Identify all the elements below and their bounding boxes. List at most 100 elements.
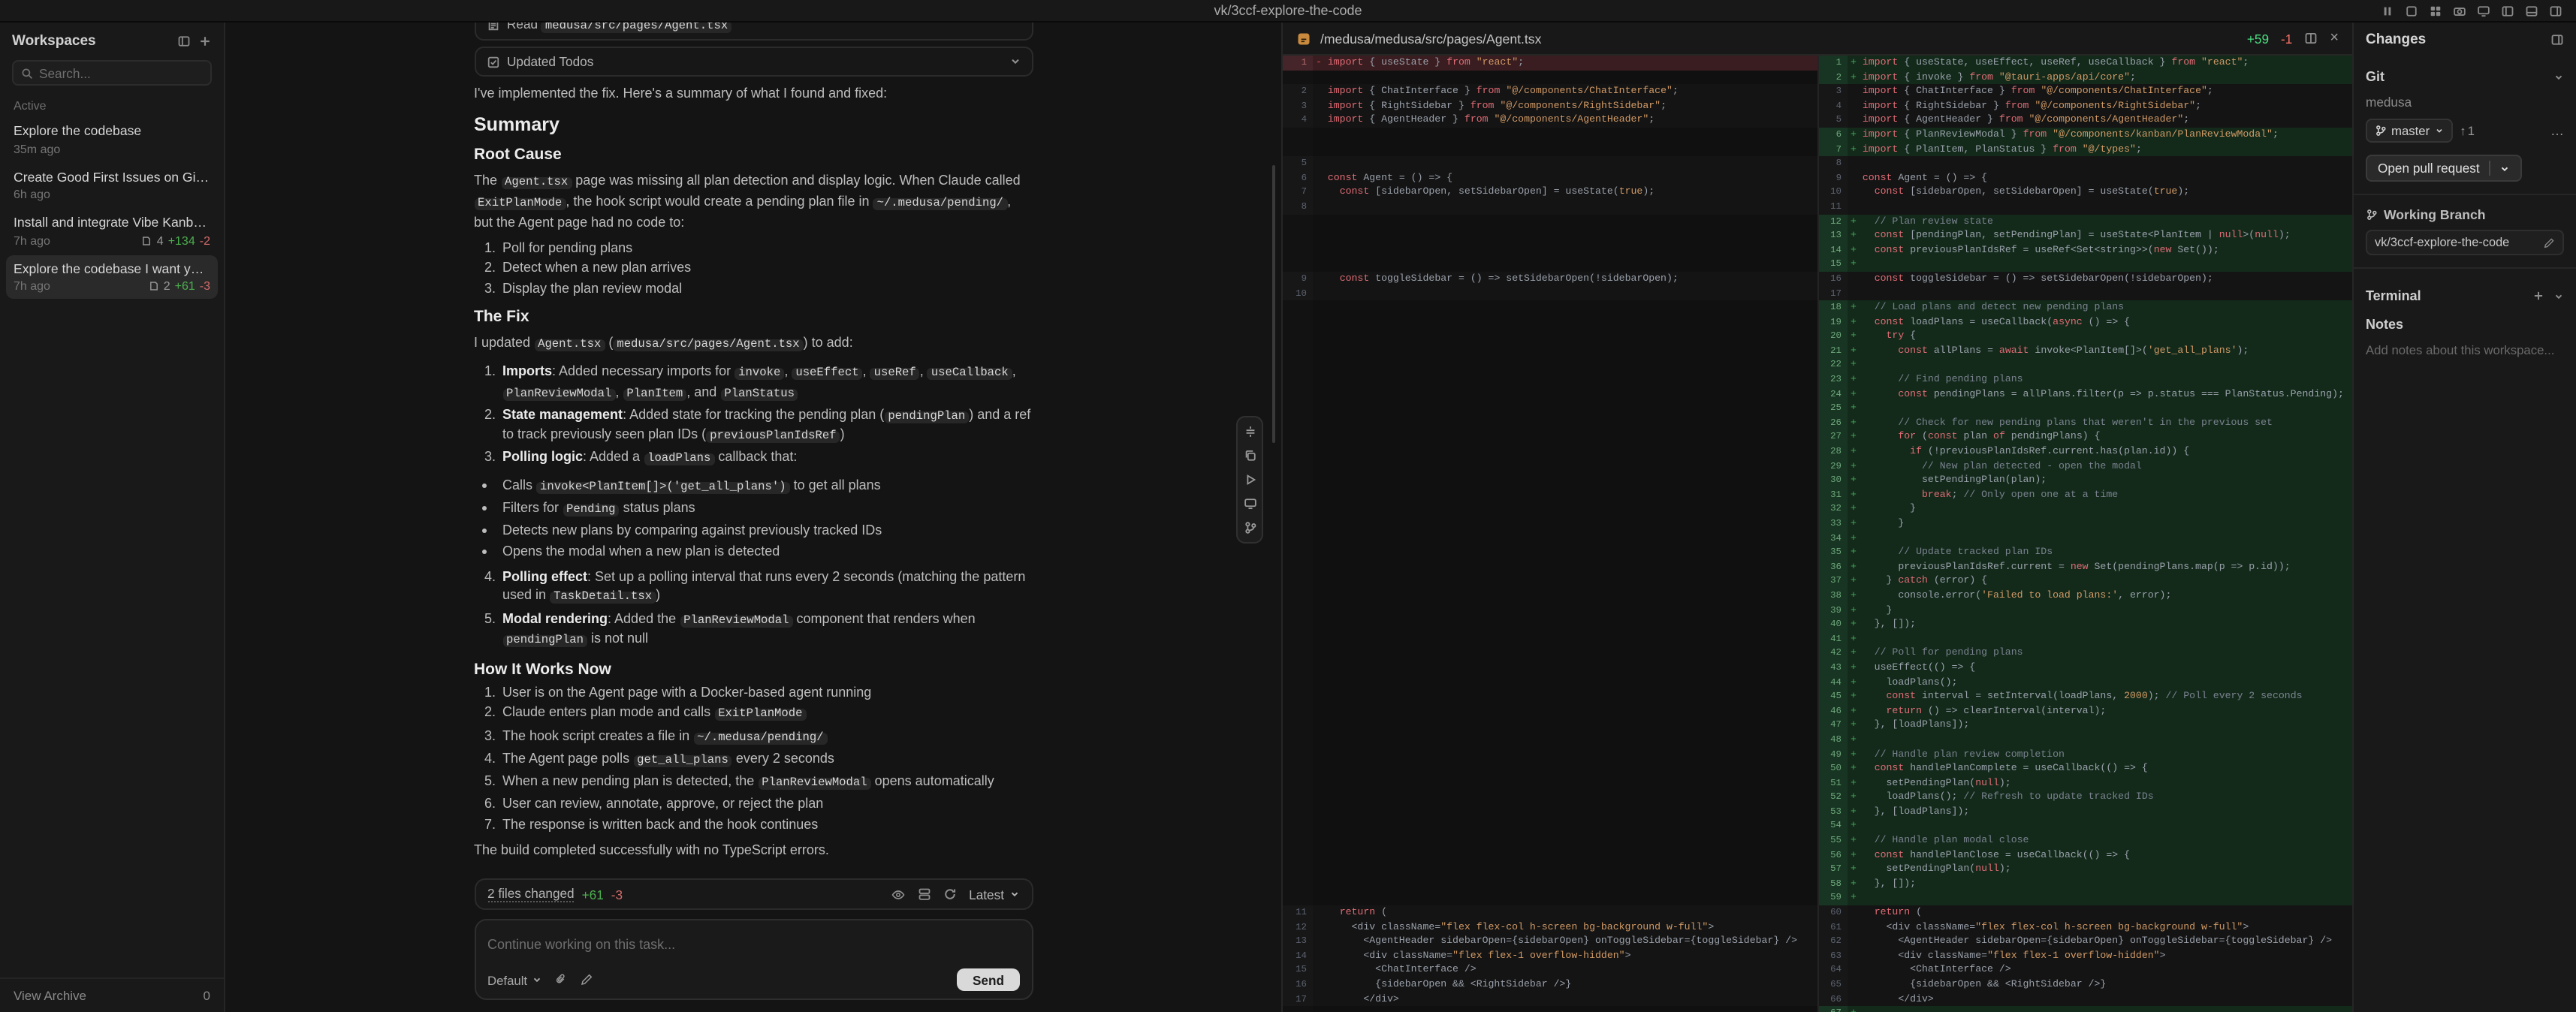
git-branch-icon[interactable] (1243, 521, 1256, 535)
changes-title: Changes (2366, 32, 2426, 48)
tool-card[interactable]: Read medusa/src/pages/Agent.tsx (474, 23, 1033, 41)
titlebar: vk/3ccf-explore-the-code (0, 0, 2576, 23)
panel-right-icon[interactable] (2550, 33, 2564, 47)
chat-panel: npm run build 2>&1 | tail -80The build c… (225, 23, 1281, 1012)
working-branch-field[interactable]: vk/3ccf-explore-the-code (2366, 230, 2564, 255)
branch-selector[interactable]: master (2366, 119, 2452, 143)
window-title: vk/3ccf-explore-the-code (0, 3, 2576, 18)
old-code-line (1313, 517, 1817, 531)
chat-scroll-area: npm run build 2>&1 | tail -80The build c… (225, 23, 1281, 866)
search-input[interactable] (39, 65, 203, 80)
new-code-line: + // New plan detected - open the modal (1848, 459, 2352, 473)
close-icon[interactable]: × (2330, 31, 2339, 46)
copy-icon[interactable] (1243, 449, 1256, 462)
unfold-icon[interactable] (1243, 425, 1256, 438)
diff-row: 39+ } (1283, 603, 2352, 617)
model-dropdown[interactable]: Default (487, 972, 542, 987)
new-code-line: + const handlePlanComplete = useCallback… (1848, 761, 2352, 776)
split-view-icon[interactable] (2304, 32, 2318, 45)
open-pr-button[interactable]: Open pull request (2366, 155, 2522, 182)
message-input[interactable] (487, 937, 1019, 952)
panel-left-icon[interactable] (2501, 4, 2514, 17)
panel-bottom-icon[interactable] (2525, 4, 2538, 17)
old-code-line: import { AgentHeader } from "@/component… (1313, 113, 1817, 128)
send-button[interactable]: Send (958, 968, 1019, 991)
monitor-icon[interactable] (1243, 497, 1256, 511)
workspace-item[interactable]: Explore the codebase35m ago (6, 117, 218, 161)
play-icon[interactable] (1243, 473, 1256, 486)
new-line-number: 6 (1817, 128, 1848, 142)
workspace-item[interactable]: Install and integrate Vibe Kanban Web...… (6, 209, 218, 253)
old-code-line (1313, 545, 1817, 559)
chevron-down-icon (1009, 889, 1019, 899)
new-line-number: 58 (1817, 877, 1848, 891)
diff-row: 52+ loadPlans(); // Refresh to update tr… (1283, 791, 2352, 805)
tool-card[interactable]: Updated Todos (474, 47, 1033, 77)
new-code-line: + loadPlans(); (1848, 675, 2352, 689)
diff-row: 12+ // Plan review state (1283, 214, 2352, 228)
new-line-number: 7 (1817, 142, 1848, 156)
camera-icon[interactable] (2453, 4, 2466, 17)
workspace-item[interactable]: Create Good First Issues on Github So...… (6, 163, 218, 207)
attachment-icon[interactable] (554, 973, 568, 986)
list-item: State management: Added state for tracki… (499, 405, 1033, 445)
new-code-line: + }, [loadPlans]); (1848, 805, 2352, 819)
diff-row: 59+ (1283, 891, 2352, 905)
maximize-icon[interactable] (2405, 4, 2418, 17)
notes-placeholder[interactable]: Add notes about this workspace... (2366, 342, 2564, 357)
more-icon[interactable]: … (2550, 123, 2564, 138)
old-line-number (1283, 776, 1313, 790)
edit-icon[interactable] (580, 973, 593, 986)
old-line-number (1283, 444, 1313, 459)
diff-row: 21+ const allPlans = await invoke<PlanIt… (1283, 344, 2352, 358)
view-archive-link[interactable]: View Archive (14, 988, 86, 1003)
old-line-number (1283, 632, 1313, 646)
archive-count: 0 (204, 988, 210, 1003)
files-changed-link[interactable]: 2 files changed (487, 886, 575, 902)
version-dropdown[interactable]: Latest (969, 887, 1019, 902)
visibility-icon[interactable] (891, 887, 906, 902)
new-line-number: 61 (1817, 920, 1848, 934)
old-line-number (1283, 300, 1313, 315)
chevron-down-icon[interactable] (2553, 291, 2564, 301)
old-code-line (1313, 70, 1817, 84)
diff-view-icon[interactable] (918, 887, 931, 901)
old-line-number (1283, 761, 1313, 776)
old-code-line (1313, 502, 1817, 517)
message-paragraph: The build completed successfully with no… (474, 841, 1033, 859)
pause-icon[interactable] (2381, 4, 2394, 17)
new-code-line (1848, 200, 2352, 214)
new-line-number: 62 (1817, 934, 1848, 948)
chevron-down-icon[interactable] (2553, 71, 2564, 82)
old-code-line (1313, 286, 1817, 300)
grid-icon[interactable] (2429, 4, 2442, 17)
refresh-icon[interactable] (943, 887, 957, 901)
new-code-line: + (1848, 258, 2352, 272)
new-line-number: 24 (1817, 387, 1848, 401)
diff-row: 50+ const handlePlanComplete = useCallba… (1283, 761, 2352, 776)
old-line-number (1283, 646, 1313, 661)
diff-row: 67+ (1283, 1006, 2352, 1012)
new-terminal-icon[interactable] (2532, 290, 2544, 302)
old-code-line (1313, 142, 1817, 156)
monitor-icon[interactable] (2477, 4, 2490, 17)
new-code-line (1848, 156, 2352, 170)
old-code-line (1313, 689, 1817, 703)
panel-right-icon[interactable] (2549, 4, 2562, 17)
message-heading: Summary (474, 115, 1033, 136)
old-line-number (1283, 128, 1313, 142)
old-line-number: 6 (1283, 171, 1313, 185)
workspace-search[interactable] (12, 60, 212, 86)
old-line-number: 16 (1283, 977, 1313, 992)
chat-scrollbar[interactable] (1271, 165, 1275, 443)
new-code-line: + for (const plan of pendingPlans) { (1848, 430, 2352, 444)
new-workspace-button[interactable] (198, 35, 212, 48)
diff-row: 57+ setPendingPlan(null); (1283, 863, 2352, 877)
collapse-sidebar-icon[interactable] (177, 35, 191, 48)
old-line-number (1283, 358, 1313, 372)
edit-icon[interactable] (2543, 236, 2555, 248)
new-line-number: 41 (1817, 632, 1848, 646)
diff-row: 36+ previousPlanIdsRef.current = new Set… (1283, 560, 2352, 574)
workspace-item[interactable]: Explore the codebase I want you to ex...… (6, 255, 218, 299)
new-code-line: + // Find pending plans (1848, 372, 2352, 387)
